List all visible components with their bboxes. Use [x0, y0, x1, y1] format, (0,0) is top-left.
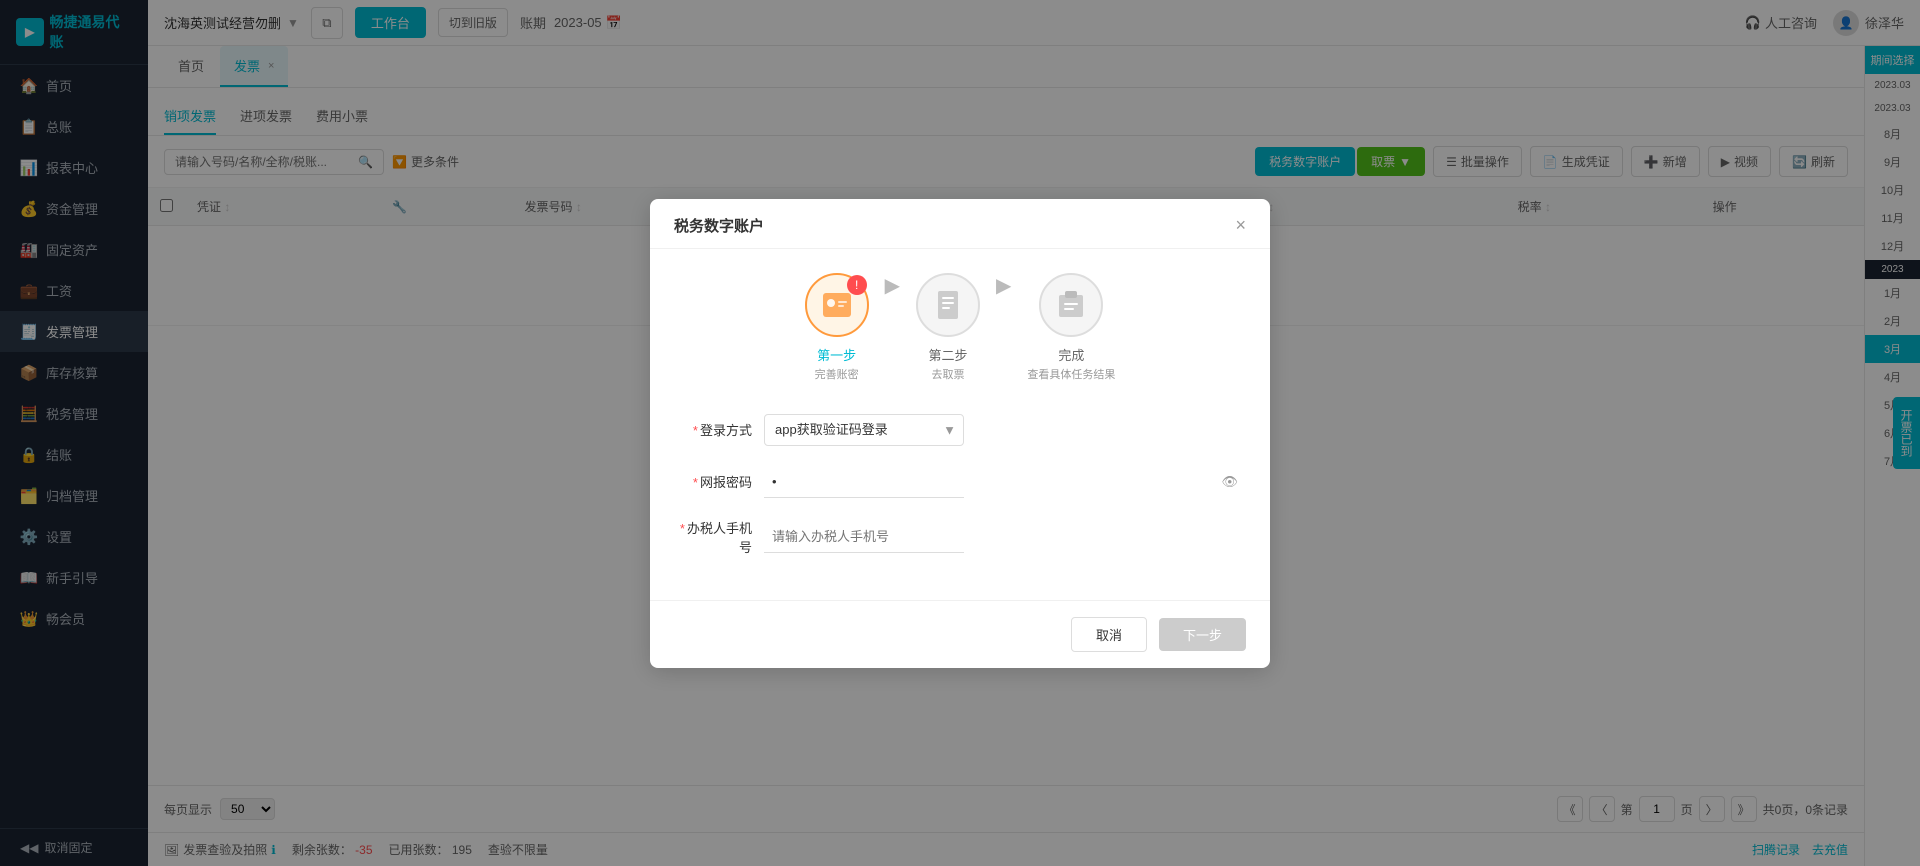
password-input[interactable]: [764, 466, 964, 498]
login-method-select-wrap: app获取验证码登录 账号密码登录 ▼: [764, 414, 964, 446]
step-1-icon: !: [805, 273, 869, 337]
password-input-wrap: 👁: [764, 466, 1246, 498]
modal-title: 税务数字账户: [674, 215, 764, 236]
login-method-row: 登录方式 app获取验证码登录 账号密码登录 ▼: [674, 414, 1246, 446]
login-method-control: app获取验证码登录 账号密码登录 ▼: [764, 414, 1246, 446]
password-control: 👁: [764, 466, 1246, 498]
cancel-button[interactable]: 取消: [1071, 617, 1147, 652]
modal-header: 税务数字账户 ×: [650, 199, 1270, 249]
step-1-badge: !: [847, 275, 867, 295]
steps-indicator: ! 第一步 完善账密 ▶: [674, 273, 1246, 382]
modal-footer: 取消 下一步: [650, 600, 1270, 668]
step-2-icon: [916, 273, 980, 337]
password-label: 网报密码: [674, 472, 764, 491]
password-row: 网报密码 👁: [674, 466, 1246, 498]
phone-input[interactable]: [764, 521, 964, 553]
person-card-icon: [821, 289, 853, 321]
tax-account-modal: 税务数字账户 × ! 第一步: [650, 199, 1270, 668]
next-step-button[interactable]: 下一步: [1159, 618, 1246, 651]
step-2-sublabel: 去取票: [932, 366, 965, 382]
step-1: ! 第一步 完善账密: [805, 273, 869, 382]
modal-overlay: 税务数字账户 × ! 第一步: [0, 0, 1920, 866]
eye-toggle-icon[interactable]: 👁: [1221, 474, 1238, 490]
clipboard-icon: [1055, 289, 1087, 321]
step-3-sublabel: 查看具体任务结果: [1027, 366, 1115, 382]
modal-close-button[interactable]: ×: [1235, 216, 1246, 234]
document-icon: [932, 289, 964, 321]
modal-body: ! 第一步 完善账密 ▶: [650, 249, 1270, 600]
phone-control: [764, 521, 1246, 553]
step-1-sublabel: 完善账密: [815, 366, 859, 382]
phone-label: 办税人手机号: [674, 518, 764, 556]
step-arrow-1: ▶: [869, 273, 916, 330]
modal-form: 登录方式 app获取验证码登录 账号密码登录 ▼ 网报密码: [674, 414, 1246, 556]
login-method-label: 登录方式: [674, 420, 764, 439]
step-2-label: 第二步: [928, 345, 967, 364]
step-1-label: 第一步: [817, 345, 856, 364]
step-2: 第二步 去取票: [916, 273, 980, 382]
login-method-select[interactable]: app获取验证码登录 账号密码登录: [764, 414, 964, 446]
step-3-icon: [1039, 273, 1103, 337]
step-arrow-2: ▶: [980, 273, 1027, 330]
phone-row: 办税人手机号: [674, 518, 1246, 556]
step-3-label: 完成: [1058, 345, 1084, 364]
step-3: 完成 查看具体任务结果: [1027, 273, 1115, 382]
